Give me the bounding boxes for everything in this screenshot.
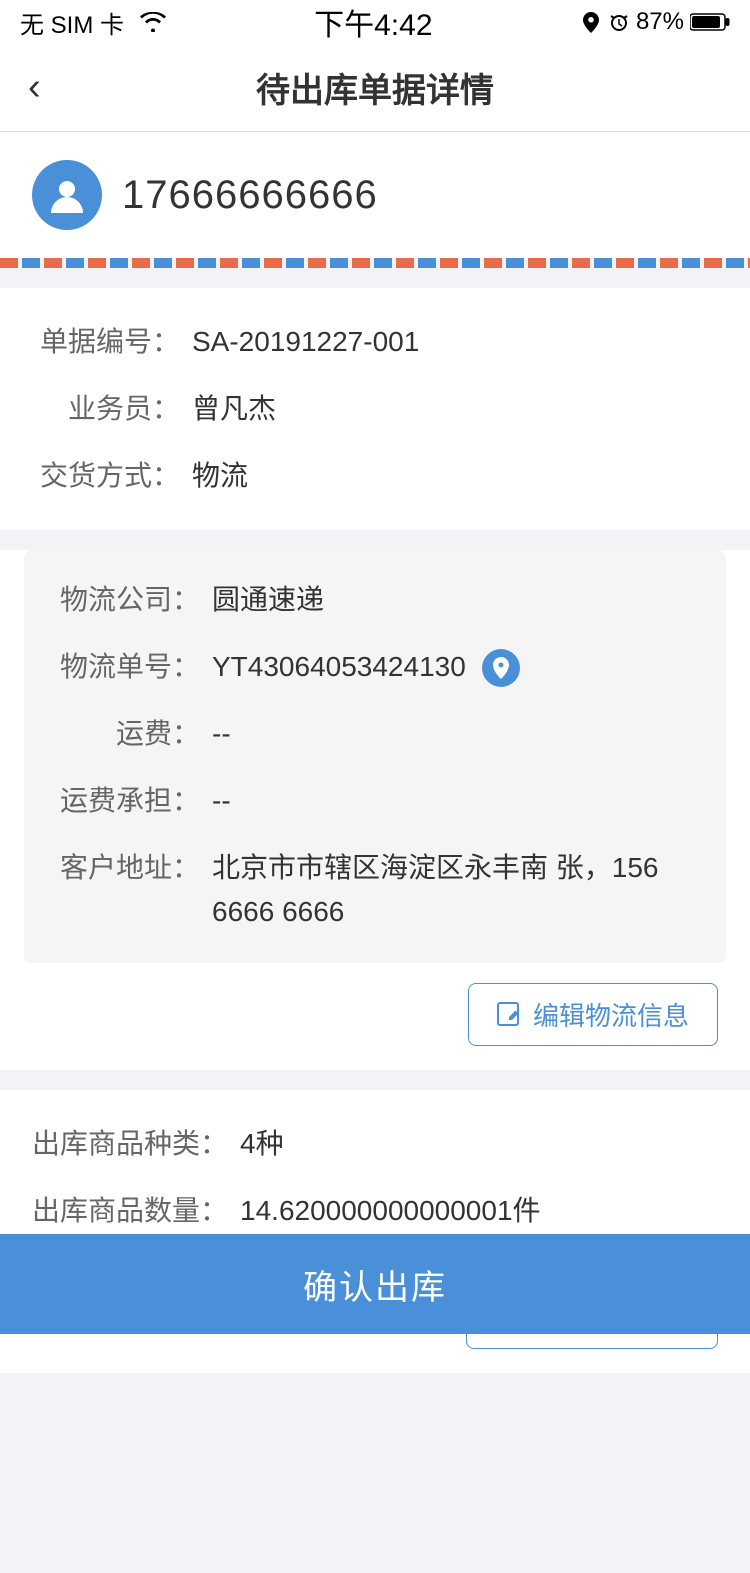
bottom-spacer bbox=[0, 1373, 750, 1573]
product-types-label: 出库商品种类： bbox=[32, 1122, 240, 1167]
logistics-card: 物流公司： 圆通速递 物流单号： YT43064053424130 运费： --… bbox=[24, 550, 726, 963]
base-info-section: 单据编号： SA-20191227-001 业务员： 曾凡杰 交货方式： 物流 bbox=[0, 288, 750, 530]
product-count-label: 出库商品数量： bbox=[32, 1189, 240, 1234]
tracking-row: 物流单号： YT43064053424130 bbox=[52, 645, 698, 690]
delivery-value: 物流 bbox=[192, 454, 718, 499]
company-label: 物流公司： bbox=[52, 578, 212, 623]
salesman-row: 业务员： 曾凡杰 bbox=[32, 387, 718, 432]
gray-separator bbox=[0, 1070, 750, 1090]
location-active-icon bbox=[580, 11, 602, 33]
freight-bear-row: 运费承担： -- bbox=[52, 779, 698, 824]
freight-bear-value: -- bbox=[212, 779, 698, 824]
map-pin-icon[interactable] bbox=[482, 649, 520, 687]
order-no-value: SA-20191227-001 bbox=[192, 320, 718, 365]
company-value: 圆通速递 bbox=[212, 578, 698, 623]
wifi-icon bbox=[139, 12, 167, 32]
order-no-row: 单据编号： SA-20191227-001 bbox=[32, 320, 718, 365]
freight-value: -- bbox=[212, 712, 698, 757]
product-types-value: 4种 bbox=[240, 1122, 718, 1167]
nav-bar: ‹ 待出库单据详情 bbox=[0, 44, 750, 132]
address-label: 客户地址： bbox=[52, 846, 212, 891]
battery-text: 87% bbox=[636, 8, 684, 36]
address-value: 北京市市辖区海淀区永丰南 张，156 6666 6666 bbox=[212, 846, 698, 936]
freight-bear-label: 运费承担： bbox=[52, 779, 212, 824]
confirm-btn-bar[interactable]: 确认出库 bbox=[0, 1234, 750, 1334]
user-header: 17666666666 bbox=[0, 132, 750, 258]
alarm-icon bbox=[608, 11, 630, 33]
product-types-row: 出库商品种类： 4种 bbox=[32, 1122, 718, 1167]
battery-icon bbox=[690, 12, 730, 32]
salesman-label: 业务员： bbox=[32, 387, 192, 432]
edit-btn-row: 编辑物流信息 bbox=[0, 963, 750, 1070]
status-right: 87% bbox=[580, 8, 730, 36]
freight-label: 运费： bbox=[52, 712, 212, 757]
tracking-label: 物流单号： bbox=[52, 645, 212, 690]
tracking-no-row: YT43064053424130 bbox=[212, 645, 520, 690]
salesman-value: 曾凡杰 bbox=[192, 387, 718, 432]
status-left: 无 SIM 卡 bbox=[20, 5, 167, 40]
back-button[interactable]: ‹ bbox=[28, 66, 41, 109]
tracking-no-value: YT43064053424130 bbox=[212, 645, 466, 690]
edit-icon bbox=[497, 1002, 523, 1028]
dashed-divider bbox=[0, 258, 750, 268]
sim-text: 无 SIM 卡 bbox=[20, 5, 131, 40]
user-phone: 17666666666 bbox=[122, 173, 378, 218]
status-bar: 无 SIM 卡 ﻿ 下午4:42 87% bbox=[0, 0, 750, 44]
edit-btn-label: 编辑物流信息 bbox=[533, 996, 689, 1033]
status-time: 下午4:42 bbox=[314, 0, 432, 44]
page-title: 待出库单据详情 bbox=[256, 63, 494, 112]
freight-row: 运费： -- bbox=[52, 712, 698, 757]
person-icon bbox=[45, 173, 89, 217]
avatar bbox=[32, 160, 102, 230]
order-no-label: 单据编号： bbox=[32, 320, 192, 365]
address-row: 客户地址： 北京市市辖区海淀区永丰南 张，156 6666 6666 bbox=[52, 846, 698, 936]
confirm-btn-text: 确认出库 bbox=[303, 1260, 447, 1309]
product-count-value: 14.620000000000001件 bbox=[240, 1189, 718, 1234]
delivery-label: 交货方式： bbox=[32, 454, 192, 499]
edit-logistics-button[interactable]: 编辑物流信息 bbox=[468, 983, 718, 1046]
product-count-row: 出库商品数量： 14.620000000000001件 bbox=[32, 1189, 718, 1234]
delivery-row: 交货方式： 物流 bbox=[32, 454, 718, 499]
company-row: 物流公司： 圆通速递 bbox=[52, 578, 698, 623]
